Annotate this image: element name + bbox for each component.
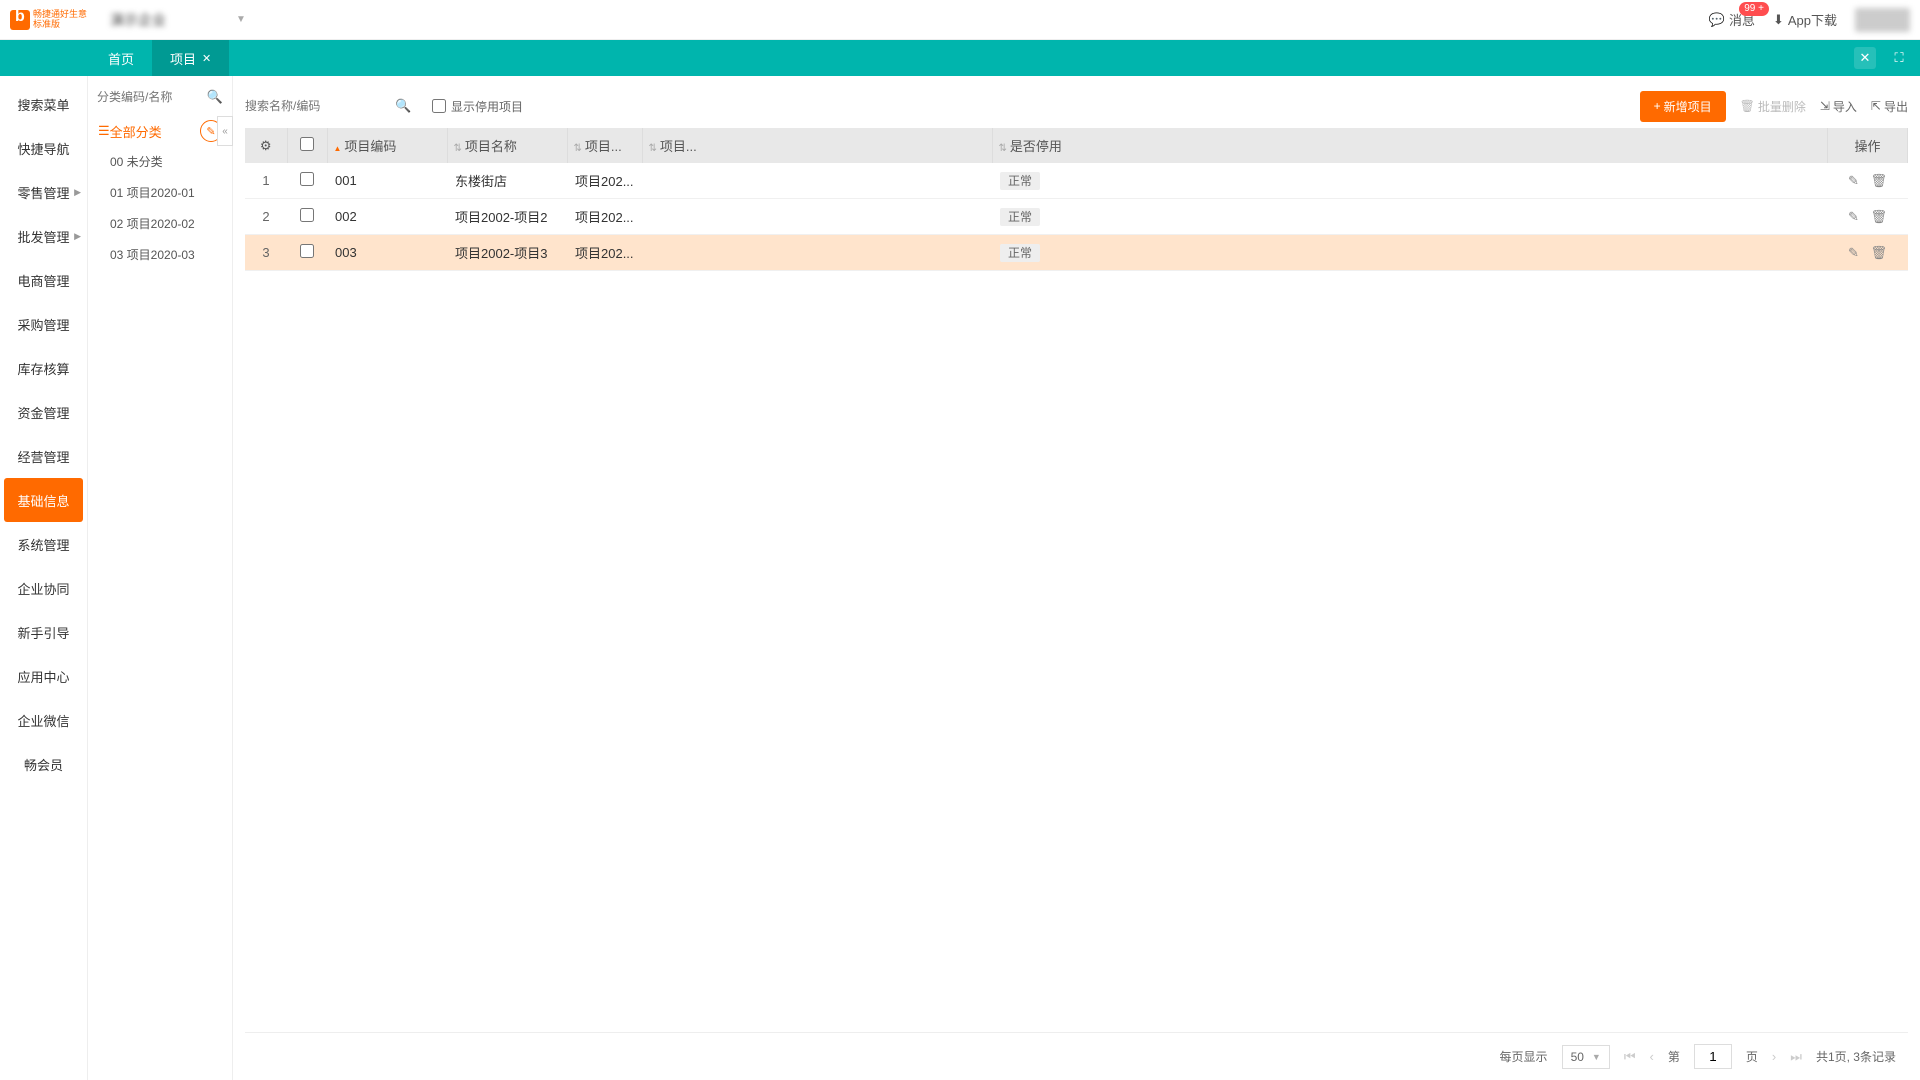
edit-icon[interactable]: ✎ <box>1848 209 1859 224</box>
column-part4[interactable]: 项目... <box>642 128 992 163</box>
logo-icon <box>10 10 30 30</box>
import-button[interactable]: ⇲ 导入 <box>1820 98 1857 115</box>
plus-icon: + <box>1654 99 1661 113</box>
messages-button[interactable]: 💬 消息 99 + <box>1709 10 1755 29</box>
top-header: 畅捷通好生意 标准版 演示企业 ▼ 💬 消息 99 + ⬇ App下载 <box>0 0 1920 40</box>
row-checkbox[interactable] <box>300 208 314 222</box>
next-page-button[interactable]: › <box>1772 1049 1776 1064</box>
table-row[interactable]: 3 003 项目2002-项目3 项目202... 正常 ✎ 🗑 <box>245 235 1908 271</box>
search-box: 🔍 <box>245 98 420 114</box>
category-panel: 🔍 ☰ 全部分类 ✎ 00 未分类01 项目2020-0102 项目2020-0… <box>88 76 233 1080</box>
delete-icon: 🗑 <box>1740 99 1755 113</box>
add-project-button[interactable]: + 新增项目 <box>1640 91 1726 122</box>
sidebar-item[interactable]: 库存核算 <box>0 346 87 390</box>
column-ops: 操作 <box>1828 128 1908 163</box>
category-item[interactable]: 03 项目2020-03 <box>96 239 224 270</box>
logo-text-bottom: 标准版 <box>33 20 87 30</box>
category-all[interactable]: ☰ 全部分类 ✎ <box>96 116 224 146</box>
sidebar-item[interactable]: 电商管理 <box>0 258 87 302</box>
table-row[interactable]: 2 002 项目2002-项目2 项目202... 正常 ✎ 🗑 <box>245 199 1908 235</box>
org-name[interactable]: 演示企业 <box>110 10 166 30</box>
pagination: 每页显示 50 ▼ ⏮ ‹ 第 页 › ⏭ 共1页, 3条记录 <box>245 1032 1908 1080</box>
batch-delete-button: 🗑 批量删除 <box>1740 98 1806 115</box>
chevron-down-icon: ▼ <box>1592 1052 1601 1062</box>
export-button[interactable]: ⇱ 导出 <box>1871 98 1908 115</box>
toolbar: 🔍 显示停用项目 + 新增项目 🗑 批量删除 ⇲ 导入 <box>245 84 1908 128</box>
first-page-button[interactable]: ⏮ <box>1624 1049 1636 1065</box>
sidebar-item[interactable]: 采购管理 <box>0 302 87 346</box>
category-item[interactable]: 00 未分类 <box>96 146 224 177</box>
chevron-right-icon: ▶ <box>74 187 81 198</box>
table-row[interactable]: 1 001 东楼街店 项目202... 正常 ✎ 🗑 <box>245 163 1908 199</box>
status-badge: 正常 <box>1000 172 1040 190</box>
sidebar-item[interactable]: 企业协同 <box>0 566 87 610</box>
main-content: 🔍 显示停用项目 + 新增项目 🗑 批量删除 ⇲ 导入 <box>233 76 1920 1080</box>
tab-close-all-button[interactable]: ✕ <box>1854 47 1876 69</box>
row-checkbox[interactable] <box>300 172 314 186</box>
sidebar-item[interactable]: 应用中心 <box>0 654 87 698</box>
logo-area: 畅捷通好生意 标准版 <box>10 10 98 30</box>
edit-icon[interactable]: ✎ <box>1848 245 1859 260</box>
column-part3[interactable]: 项目... <box>567 128 642 163</box>
sidebar-item[interactable]: 零售管理▶ <box>0 170 87 214</box>
sidebar-item[interactable]: 企业微信 <box>0 698 87 742</box>
edit-icon[interactable]: ✎ <box>1848 173 1859 188</box>
sidebar-item[interactable]: 系统管理 <box>0 522 87 566</box>
prev-page-button[interactable]: ‹ <box>1650 1049 1654 1064</box>
row-checkbox[interactable] <box>300 244 314 258</box>
category-search-input[interactable] <box>97 90 197 104</box>
tab-project[interactable]: 项目 ✕ <box>152 40 229 76</box>
column-project-name[interactable]: 项目名称 <box>447 128 567 163</box>
sidebar-item[interactable]: 批发管理▶ <box>0 214 87 258</box>
sidebar-item[interactable]: 快捷导航 <box>0 126 87 170</box>
sidebar-item[interactable]: 新手引导 <box>0 610 87 654</box>
sidebar-item[interactable]: 畅会员 <box>0 742 87 786</box>
download-icon: ⬇ <box>1773 12 1784 28</box>
last-page-button[interactable]: ⏭ <box>1790 1049 1802 1065</box>
close-icon[interactable]: ✕ <box>202 52 211 65</box>
category-item[interactable]: 02 项目2020-02 <box>96 208 224 239</box>
fullscreen-icon[interactable]: ⛶ <box>1888 47 1910 69</box>
sidebar-item[interactable]: 基础信息 <box>4 478 83 522</box>
import-icon: ⇲ <box>1820 99 1830 113</box>
page-number-input[interactable] <box>1694 1044 1732 1069</box>
category-item[interactable]: 01 项目2020-01 <box>96 177 224 208</box>
export-icon: ⇱ <box>1871 99 1881 113</box>
sidebar-item[interactable]: 搜索菜单 <box>0 82 87 126</box>
messages-badge: 99 + <box>1739 2 1769 16</box>
delete-icon[interactable]: 🗑 <box>1871 245 1888 260</box>
message-icon: 💬 <box>1709 12 1725 28</box>
per-page-select[interactable]: 50 ▼ <box>1562 1045 1610 1069</box>
status-badge: 正常 <box>1000 208 1040 226</box>
sidebar-item[interactable]: 经营管理 <box>0 434 87 478</box>
column-project-code[interactable]: 项目编码 <box>327 128 447 163</box>
per-page-label: 每页显示 <box>1500 1048 1548 1065</box>
column-disabled[interactable]: 是否停用 <box>992 128 1828 163</box>
list-icon: ☰ <box>98 123 110 139</box>
sidebar: 搜索菜单快捷导航零售管理▶批发管理▶电商管理采购管理库存核算资金管理经营管理基础… <box>0 76 88 1080</box>
tab-home[interactable]: 首页 <box>90 40 152 76</box>
user-avatar[interactable] <box>1855 8 1910 32</box>
delete-icon[interactable]: 🗑 <box>1871 209 1888 224</box>
page-summary: 共1页, 3条记录 <box>1816 1048 1896 1065</box>
collapse-panel-button[interactable]: « <box>217 116 233 146</box>
sidebar-item[interactable]: 资金管理 <box>0 390 87 434</box>
search-icon[interactable]: 🔍 <box>207 89 223 105</box>
search-icon[interactable]: 🔍 <box>395 98 411 114</box>
status-badge: 正常 <box>1000 244 1040 262</box>
app-download-button[interactable]: ⬇ App下载 <box>1773 10 1837 29</box>
chevron-right-icon: ▶ <box>74 231 81 242</box>
tab-bar: 首页 项目 ✕ ✕ ⛶ <box>0 40 1920 76</box>
search-input[interactable] <box>245 99 395 113</box>
category-search: 🔍 <box>96 86 224 108</box>
chevron-down-icon[interactable]: ▼ <box>236 14 246 25</box>
data-table: ⚙ 项目编码 项目名称 项目... 项目... 是否停用 操作 1 001 东楼… <box>245 128 1908 271</box>
show-disabled-checkbox[interactable]: 显示停用项目 <box>432 98 523 115</box>
gear-icon: ⚙ <box>260 138 272 153</box>
select-all-column[interactable] <box>287 128 327 163</box>
delete-icon[interactable]: 🗑 <box>1871 173 1888 188</box>
settings-column[interactable]: ⚙ <box>245 128 287 163</box>
